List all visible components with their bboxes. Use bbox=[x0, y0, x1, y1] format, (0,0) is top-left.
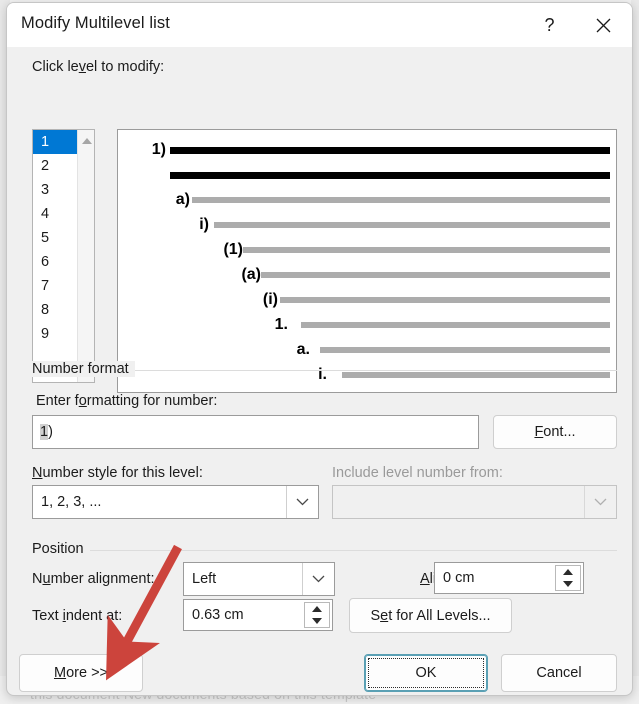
level-item-4[interactable]: 4 bbox=[33, 202, 77, 226]
spin-down-icon-indent[interactable] bbox=[305, 615, 329, 627]
position-group-line bbox=[32, 550, 617, 551]
include-level-label: Include level number from: bbox=[332, 465, 503, 481]
scroll-up-icon[interactable] bbox=[78, 132, 94, 149]
level-listbox[interactable]: 1 2 3 4 5 6 7 8 9 bbox=[32, 129, 95, 383]
level-item-9[interactable]: 9 bbox=[33, 322, 77, 346]
text-indent-value: 0.63 cm bbox=[192, 607, 244, 623]
click-level-label: Click level to modify: bbox=[32, 59, 165, 75]
preview-marker: i. bbox=[318, 366, 327, 383]
number-style-combobox[interactable]: 1, 2, 3, ... bbox=[32, 485, 319, 519]
number-format-shaded-field: 1 bbox=[40, 424, 49, 440]
chevron-down-icon-alignment[interactable] bbox=[302, 563, 334, 595]
preview-row: a. bbox=[118, 338, 616, 362]
preview-text-bar bbox=[261, 272, 610, 278]
level-item-7[interactable]: 7 bbox=[33, 274, 77, 298]
dialog-title: Modify Multilevel list bbox=[21, 14, 170, 32]
number-format-literal: ) bbox=[48, 424, 53, 440]
level-item-6[interactable]: 6 bbox=[33, 250, 77, 274]
position-group-title: Position bbox=[32, 541, 90, 557]
text-indent-label: Text indent at: bbox=[32, 608, 123, 624]
preview-marker: 1) bbox=[151, 141, 166, 158]
number-alignment-label: Number alignment: bbox=[32, 571, 155, 587]
help-icon[interactable]: ? bbox=[527, 3, 572, 47]
preview-text-bar bbox=[170, 146, 610, 154]
preview-row: (1) bbox=[118, 238, 616, 262]
number-style-value: 1, 2, 3, ... bbox=[41, 494, 102, 510]
preview-text-bar bbox=[192, 197, 610, 203]
preview-row: 1. bbox=[118, 313, 616, 337]
preview-marker: (1) bbox=[223, 241, 243, 258]
preview-text-bar bbox=[243, 247, 610, 253]
set-for-all-levels-button[interactable]: Set for All Levels... bbox=[349, 598, 512, 633]
preview-row: i) bbox=[118, 213, 616, 237]
aligned-at-value: 0 cm bbox=[443, 570, 475, 586]
level-list-items: 1 2 3 4 5 6 7 8 9 bbox=[33, 130, 77, 346]
chevron-down-icon[interactable] bbox=[286, 486, 318, 518]
preview-marker: (i) bbox=[262, 291, 278, 308]
more-button[interactable]: More >> bbox=[19, 654, 143, 692]
ok-button[interactable]: OK bbox=[364, 654, 488, 692]
preview-text-bar bbox=[170, 171, 610, 179]
number-alignment-value: Left bbox=[192, 571, 217, 587]
include-level-combobox bbox=[332, 485, 617, 519]
preview-row: 1) bbox=[118, 138, 616, 162]
level-item-8[interactable]: 8 bbox=[33, 298, 77, 322]
preview-row: i. bbox=[118, 363, 616, 387]
preview-text-bar bbox=[342, 372, 610, 378]
preview-row: a) bbox=[118, 188, 616, 212]
preview-row bbox=[118, 163, 616, 187]
preview-row: (a) bbox=[118, 263, 616, 287]
number-alignment-combobox[interactable]: Left bbox=[183, 562, 335, 596]
font-button[interactable]: Font... bbox=[493, 415, 617, 449]
level-item-3[interactable]: 3 bbox=[33, 178, 77, 202]
modify-multilevel-list-dialog: Modify Multilevel list ? Click level to … bbox=[6, 2, 633, 696]
number-style-label: Number style for this level: bbox=[32, 465, 203, 481]
level-item-1[interactable]: 1 bbox=[33, 130, 77, 154]
cancel-button-label: Cancel bbox=[536, 665, 582, 681]
level-item-5[interactable]: 5 bbox=[33, 226, 77, 250]
preview-row: (i) bbox=[118, 288, 616, 312]
spin-down-icon[interactable] bbox=[556, 578, 580, 590]
level-item-2[interactable]: 2 bbox=[33, 154, 77, 178]
preview-marker: 1. bbox=[274, 316, 288, 333]
ok-focus-ring bbox=[368, 658, 484, 688]
screen: this document New documents based on thi… bbox=[0, 0, 639, 704]
preview-marker: (a) bbox=[241, 266, 261, 283]
text-indent-spin-buttons[interactable] bbox=[304, 602, 330, 628]
text-indent-spinner[interactable]: 0.63 cm bbox=[183, 599, 333, 631]
aligned-at-spin-buttons[interactable] bbox=[555, 565, 581, 591]
spin-up-icon-indent[interactable] bbox=[305, 603, 329, 615]
preview-marker: a. bbox=[296, 341, 310, 358]
list-preview: 1) a) i) (1) (a) (i) 1. a. i. bbox=[117, 129, 617, 393]
chevron-down-icon-disabled bbox=[584, 486, 616, 518]
dialog-titlebar: Modify Multilevel list ? bbox=[7, 3, 632, 48]
spin-up-icon[interactable] bbox=[556, 566, 580, 578]
preview-text-bar bbox=[301, 322, 610, 328]
preview-marker: a) bbox=[175, 191, 190, 208]
level-list-scrollbar[interactable] bbox=[77, 130, 94, 382]
enter-formatting-label: Enter formatting for number: bbox=[36, 393, 218, 409]
dialog-body: Click level to modify: 1 2 3 4 5 6 7 8 9 bbox=[7, 47, 632, 695]
number-format-group-title: Number format bbox=[32, 361, 135, 377]
close-icon[interactable] bbox=[581, 3, 626, 47]
preview-text-bar bbox=[320, 347, 610, 353]
aligned-at-spinner[interactable]: 0 cm bbox=[434, 562, 584, 594]
number-format-input[interactable]: 1) bbox=[32, 415, 479, 449]
preview-text-bar bbox=[280, 297, 610, 303]
preview-marker: i) bbox=[199, 216, 209, 233]
cancel-button[interactable]: Cancel bbox=[501, 654, 617, 692]
preview-text-bar bbox=[214, 222, 610, 228]
